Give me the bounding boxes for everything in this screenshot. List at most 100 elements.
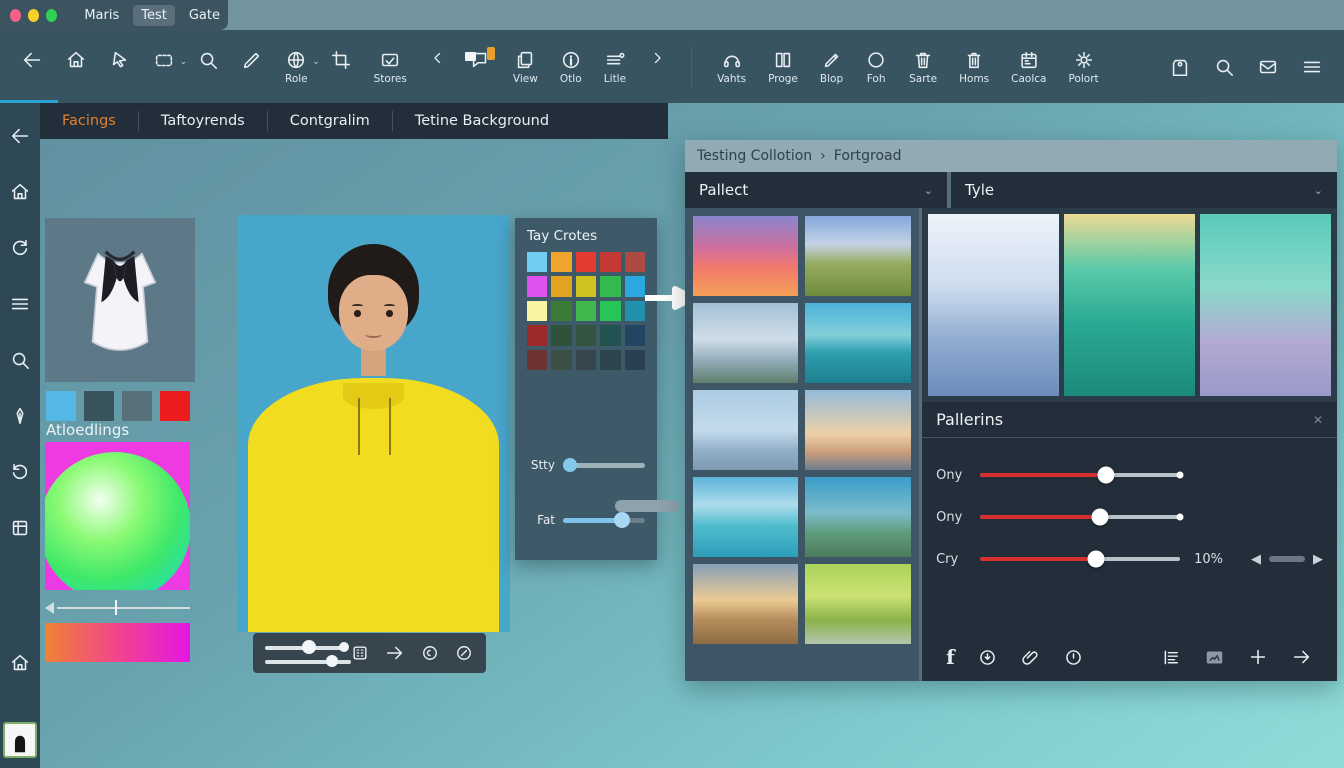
- tyle-image-ocean-wave[interactable]: [1064, 214, 1196, 396]
- palette-color-r2c4[interactable]: [600, 276, 621, 297]
- palette-color-r4c1[interactable]: [527, 325, 548, 346]
- palette-color-r2c2[interactable]: [551, 276, 572, 297]
- traffic-close-button[interactable]: [10, 8, 22, 22]
- thumbnail-forest-path[interactable]: [805, 564, 911, 644]
- color-swatch-4[interactable]: [160, 391, 190, 421]
- slider-left-arrow-icon[interactable]: [45, 602, 54, 614]
- pallect-dropdown[interactable]: Pallect ⌄: [685, 172, 947, 208]
- panel-list-lines-button[interactable]: [1161, 647, 1182, 668]
- panel-paperclip-button[interactable]: [1020, 647, 1041, 668]
- palette-color-r1c2[interactable]: [551, 252, 572, 273]
- toolbar-homs-button[interactable]: Homs: [953, 45, 995, 89]
- palette-color-r4c5[interactable]: [624, 325, 646, 346]
- panel-arrow-right-button[interactable]: [1291, 646, 1313, 668]
- palette-color-r1c3[interactable]: [575, 252, 597, 273]
- toolbar-search-button[interactable]: [191, 45, 225, 75]
- thumbnail-aerial-valley[interactable]: [805, 216, 911, 296]
- panel-power-download-button[interactable]: [977, 647, 998, 668]
- color-sphere-preview[interactable]: [45, 442, 190, 590]
- palette-color-r2c3[interactable]: [575, 276, 597, 297]
- toolbar-polort-button[interactable]: Polort: [1062, 45, 1104, 89]
- toolbar-vahts-button[interactable]: Vahts: [711, 45, 752, 89]
- tyle-image-glass-canopy[interactable]: [1200, 214, 1331, 396]
- toolbar-stores-button[interactable]: Stores: [368, 45, 413, 89]
- thumbnail-hazy-city[interactable]: [693, 390, 799, 470]
- sidebar-arrow-left-button[interactable]: [5, 121, 35, 151]
- slider-cry-3[interactable]: [980, 550, 1181, 568]
- canvas-toolbar-circle-slash-button[interactable]: [454, 643, 474, 663]
- sidebar-redo-button[interactable]: [5, 457, 35, 487]
- pager-next-icon[interactable]: ▶: [1313, 552, 1323, 567]
- tab-contgralim[interactable]: Contgralim: [268, 103, 392, 139]
- traffic-minimize-button[interactable]: [28, 8, 40, 22]
- palette-color-r3c1[interactable]: [527, 300, 548, 322]
- main-canvas-person[interactable]: [237, 215, 510, 632]
- toolbar-crop-button[interactable]: [324, 45, 358, 75]
- slider-thumb[interactable]: [1087, 550, 1105, 568]
- toolbar-caolca-button[interactable]: Caolca: [1005, 45, 1052, 89]
- sidebar-refresh-button[interactable]: [5, 233, 35, 263]
- palette-color-r4c4[interactable]: [600, 325, 621, 346]
- fat-slider[interactable]: [563, 499, 679, 528]
- canvas-toolbar-circle-dial-button[interactable]: [420, 643, 440, 663]
- menu-item-maris[interactable]: Maris: [76, 5, 127, 26]
- panel-clock-button[interactable]: [1063, 647, 1084, 668]
- traffic-zoom-button[interactable]: [46, 8, 58, 22]
- toolbar-mail-button[interactable]: [1251, 52, 1285, 82]
- canvas-toolbar-arrow-right-button[interactable]: [384, 642, 406, 664]
- stty-slider[interactable]: [562, 458, 645, 472]
- slider-tick-handle[interactable]: [115, 600, 117, 615]
- palette-color-r5c4[interactable]: [600, 349, 621, 371]
- toolbar-otlo-button[interactable]: Otlo: [554, 45, 588, 89]
- slider-thumb[interactable]: [1097, 466, 1115, 484]
- close-icon[interactable]: ✕: [1313, 413, 1323, 427]
- canvas-adjust-sliders[interactable]: [265, 640, 351, 667]
- tyle-image-misty-mountains[interactable]: [928, 214, 1060, 396]
- toolbar-chevron-left-button[interactable]: [423, 45, 453, 71]
- palette-color-r3c4[interactable]: [600, 300, 621, 322]
- pager-bar[interactable]: [1269, 556, 1305, 562]
- canvas-toolbar-keypad-grid-button[interactable]: [350, 643, 370, 663]
- thumbnail-sunset-towers[interactable]: [805, 390, 911, 470]
- palette-color-r5c3[interactable]: [575, 349, 597, 371]
- panel-image-frame-button[interactable]: [1204, 647, 1225, 668]
- palette-color-r1c4[interactable]: [600, 252, 621, 273]
- thumbnail-desert-bridge[interactable]: [693, 564, 799, 644]
- slider-thumb[interactable]: [562, 458, 577, 472]
- toolbar-search-button[interactable]: [1207, 52, 1241, 82]
- toolbar-sarte-button[interactable]: Sarte: [903, 45, 943, 89]
- sidebar-pen-tool-button[interactable]: [5, 401, 35, 431]
- palette-color-r3c2[interactable]: [551, 300, 572, 322]
- palette-color-r5c2[interactable]: [551, 349, 572, 371]
- color-swatch-1[interactable]: [46, 391, 76, 421]
- toolbar-blop-button[interactable]: Blop: [814, 45, 849, 89]
- palette-color-r1c1[interactable]: [527, 252, 548, 273]
- toolbar-foh-button[interactable]: Foh: [859, 45, 893, 89]
- thumbnail-mountain-lake[interactable]: [693, 477, 799, 557]
- toolbar-marquee-button[interactable]: ⌄: [147, 45, 187, 75]
- thumbnail-city-skyline[interactable]: [693, 303, 799, 383]
- sidebar-home-button[interactable]: [5, 177, 35, 207]
- color-swatch-2[interactable]: [84, 391, 114, 421]
- tyle-dropdown[interactable]: Tyle ⌄: [951, 172, 1337, 208]
- slider-ony-2[interactable]: [980, 508, 1184, 526]
- garment-preview-card[interactable]: [45, 218, 195, 382]
- palette-color-r3c3[interactable]: [575, 300, 597, 322]
- palette-color-r5c5[interactable]: [624, 349, 646, 371]
- toolbar-home-button[interactable]: [59, 45, 93, 75]
- slider-thumb[interactable]: [614, 512, 631, 528]
- thumbnail-coastal-city[interactable]: [805, 303, 911, 383]
- palette-color-r5c1[interactable]: [527, 349, 548, 371]
- panel-f-letter-button[interactable]: f: [946, 645, 955, 669]
- thumbnail-sunset-sky[interactable]: [693, 216, 799, 296]
- palette-color-r1c5[interactable]: [624, 252, 646, 273]
- toolbar-menu-button[interactable]: [1295, 52, 1329, 82]
- pager-prev-icon[interactable]: ◀: [1251, 552, 1261, 567]
- slider-thumb[interactable]: [302, 640, 317, 654]
- gradient-ramp-bar[interactable]: [45, 623, 190, 662]
- palette-color-r4c2[interactable]: [551, 325, 572, 346]
- tab-taftoyrends[interactable]: Taftoyrends: [139, 103, 267, 139]
- toolbar-hand-pointer-button[interactable]: [103, 45, 137, 75]
- toolbar-chat-button[interactable]: [463, 45, 497, 75]
- toolbar-arrow-left-button[interactable]: [15, 45, 49, 75]
